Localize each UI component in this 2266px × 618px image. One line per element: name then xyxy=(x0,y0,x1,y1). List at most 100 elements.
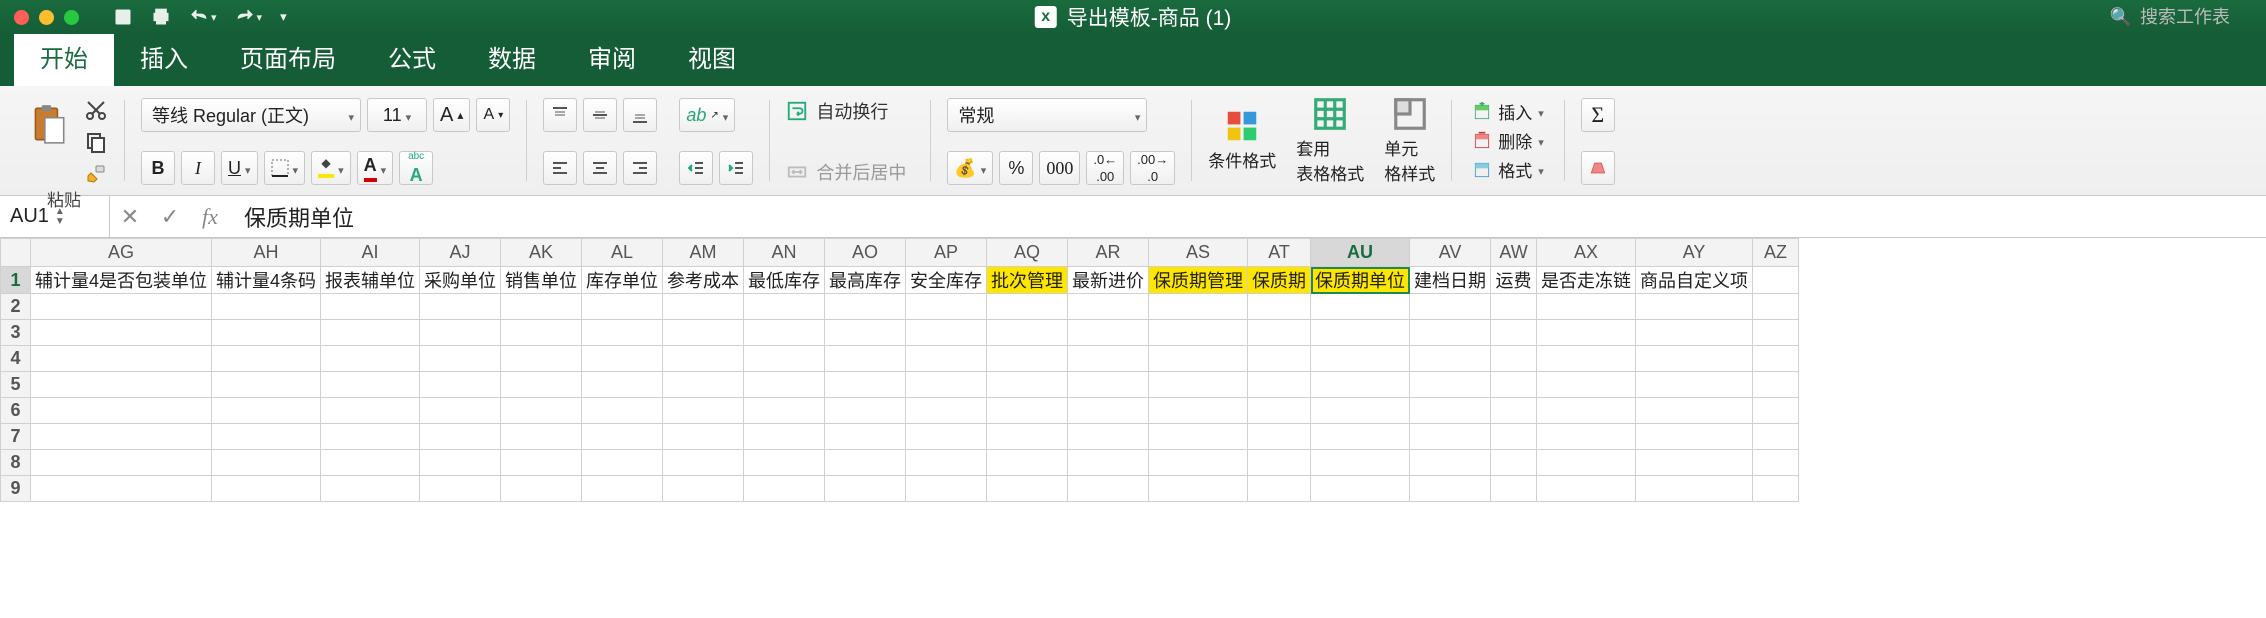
cell-AO1[interactable]: 最高库存 xyxy=(825,267,906,294)
align-middle-icon[interactable] xyxy=(583,98,617,132)
cell-AR8[interactable] xyxy=(1068,450,1149,476)
cell-AT7[interactable] xyxy=(1248,424,1311,450)
cell-AI3[interactable] xyxy=(321,320,420,346)
cell-AR3[interactable] xyxy=(1068,320,1149,346)
confirm-formula-icon[interactable]: ✓ xyxy=(150,204,190,230)
cell-AT1[interactable]: 保质期 xyxy=(1248,267,1311,294)
cell-AH2[interactable] xyxy=(212,294,321,320)
cell-AU7[interactable] xyxy=(1311,424,1410,450)
orientation-icon[interactable]: ab↗ xyxy=(679,98,735,132)
align-center-icon[interactable] xyxy=(583,151,617,185)
cell-AX8[interactable] xyxy=(1537,450,1636,476)
tab-view[interactable]: 视图 xyxy=(662,29,762,86)
cell-AS4[interactable] xyxy=(1149,346,1248,372)
cell-AG6[interactable] xyxy=(31,398,212,424)
cell-AV5[interactable] xyxy=(1410,372,1491,398)
cell-AV4[interactable] xyxy=(1410,346,1491,372)
tab-insert[interactable]: 插入 xyxy=(114,29,214,86)
row-header-7[interactable]: 7 xyxy=(1,424,31,450)
cell-AT4[interactable] xyxy=(1248,346,1311,372)
row-header-6[interactable]: 6 xyxy=(1,398,31,424)
cell-AW6[interactable] xyxy=(1491,398,1537,424)
italic-button[interactable]: I xyxy=(181,151,215,185)
cell-AI7[interactable] xyxy=(321,424,420,450)
cell-AW8[interactable] xyxy=(1491,450,1537,476)
cell-AX7[interactable] xyxy=(1537,424,1636,450)
maximize-window[interactable] xyxy=(64,10,79,25)
cell-AS6[interactable] xyxy=(1149,398,1248,424)
col-header-AN[interactable]: AN xyxy=(744,239,825,267)
cell-AL3[interactable] xyxy=(582,320,663,346)
cell-AL7[interactable] xyxy=(582,424,663,450)
cell-AH6[interactable] xyxy=(212,398,321,424)
cell-AU4[interactable] xyxy=(1311,346,1410,372)
cell-AW9[interactable] xyxy=(1491,476,1537,502)
cell-AM4[interactable] xyxy=(663,346,744,372)
cell-AX6[interactable] xyxy=(1537,398,1636,424)
qat-customize-icon[interactable]: ▾ xyxy=(280,9,287,25)
cell-styles-button[interactable]: 单元 格样式 xyxy=(1384,95,1435,187)
tab-page-layout[interactable]: 页面布局 xyxy=(214,29,362,86)
cell-AR5[interactable] xyxy=(1068,372,1149,398)
cell-AT5[interactable] xyxy=(1248,372,1311,398)
increase-indent-icon[interactable] xyxy=(719,151,753,185)
decrease-decimal-icon[interactable]: .00→.0 xyxy=(1130,151,1175,185)
cell-AP2[interactable] xyxy=(906,294,987,320)
insert-cells-button[interactable]: 插入 xyxy=(1468,98,1548,125)
paste-button[interactable] xyxy=(20,98,76,154)
cell-AO9[interactable] xyxy=(825,476,906,502)
cell-AS1[interactable]: 保质期管理 xyxy=(1149,267,1248,294)
copy-icon[interactable] xyxy=(84,130,108,154)
cell-AS3[interactable] xyxy=(1149,320,1248,346)
cell-AM6[interactable] xyxy=(663,398,744,424)
undo-icon[interactable]: ▾ xyxy=(189,7,217,27)
cell-AW4[interactable] xyxy=(1491,346,1537,372)
cell-AU5[interactable] xyxy=(1311,372,1410,398)
cell-AP1[interactable]: 安全库存 xyxy=(906,267,987,294)
row-header-2[interactable]: 2 xyxy=(1,294,31,320)
cell-AG3[interactable] xyxy=(31,320,212,346)
cell-AS8[interactable] xyxy=(1149,450,1248,476)
cell-AW5[interactable] xyxy=(1491,372,1537,398)
bold-button[interactable]: B xyxy=(141,151,175,185)
cell-AT2[interactable] xyxy=(1248,294,1311,320)
underline-button[interactable]: U xyxy=(221,151,258,185)
col-header-AI[interactable]: AI xyxy=(321,239,420,267)
tab-data[interactable]: 数据 xyxy=(462,29,562,86)
cell-AP8[interactable] xyxy=(906,450,987,476)
namebox-down[interactable]: ▼ xyxy=(55,217,65,227)
cell-AZ7[interactable] xyxy=(1753,424,1799,450)
cell-AI5[interactable] xyxy=(321,372,420,398)
cell-AP4[interactable] xyxy=(906,346,987,372)
cell-AN4[interactable] xyxy=(744,346,825,372)
phonetic-button[interactable]: abcA xyxy=(399,151,433,185)
cell-AQ6[interactable] xyxy=(987,398,1068,424)
cell-AI4[interactable] xyxy=(321,346,420,372)
tab-home[interactable]: 开始 xyxy=(14,29,114,86)
cell-AR7[interactable] xyxy=(1068,424,1149,450)
cell-AS9[interactable] xyxy=(1149,476,1248,502)
cell-AM5[interactable] xyxy=(663,372,744,398)
cell-AI6[interactable] xyxy=(321,398,420,424)
cell-AG2[interactable] xyxy=(31,294,212,320)
row-header-4[interactable]: 4 xyxy=(1,346,31,372)
cell-AQ2[interactable] xyxy=(987,294,1068,320)
cell-AJ1[interactable]: 采购单位 xyxy=(420,267,501,294)
search-input[interactable] xyxy=(2140,7,2250,28)
cell-AY5[interactable] xyxy=(1636,372,1753,398)
cell-AI9[interactable] xyxy=(321,476,420,502)
cell-AL4[interactable] xyxy=(582,346,663,372)
row-header-8[interactable]: 8 xyxy=(1,450,31,476)
cell-AL2[interactable] xyxy=(582,294,663,320)
cell-AI2[interactable] xyxy=(321,294,420,320)
tab-review[interactable]: 审阅 xyxy=(562,29,662,86)
cell-AQ3[interactable] xyxy=(987,320,1068,346)
cell-AX3[interactable] xyxy=(1537,320,1636,346)
cell-AH5[interactable] xyxy=(212,372,321,398)
cell-AJ5[interactable] xyxy=(420,372,501,398)
row-header-5[interactable]: 5 xyxy=(1,372,31,398)
redo-icon[interactable]: ▾ xyxy=(235,7,263,27)
number-format-select[interactable]: 常规 xyxy=(947,98,1147,132)
cell-AH4[interactable] xyxy=(212,346,321,372)
cell-AV8[interactable] xyxy=(1410,450,1491,476)
